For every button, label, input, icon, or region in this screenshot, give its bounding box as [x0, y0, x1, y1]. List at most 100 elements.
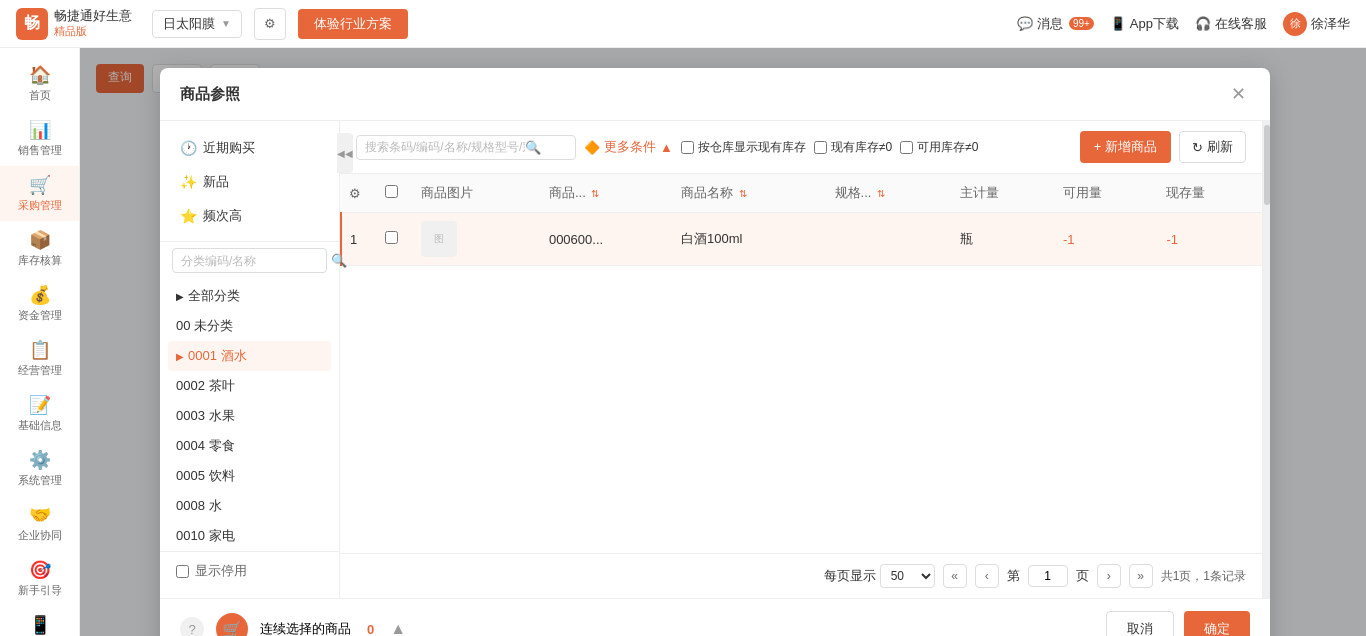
select-all-checkbox[interactable]: [385, 185, 398, 198]
per-page-label: 每页显示: [824, 567, 876, 585]
scrollbar-thumb[interactable]: [1264, 125, 1270, 205]
row-available: -1: [1055, 213, 1158, 266]
cat-label: 0002 茶叶: [176, 377, 235, 395]
sidebar-item-sales[interactable]: 📊 销售管理: [0, 111, 79, 166]
per-page-select[interactable]: 50 100 200: [880, 564, 935, 588]
display-disabled-area: 显示停用: [160, 551, 339, 590]
sidebar-item-label: 企业协同: [18, 528, 62, 543]
col-spec-header[interactable]: 规格... ⇅: [827, 174, 952, 213]
warehouse-checkbox[interactable]: [681, 141, 694, 154]
quick-new[interactable]: ✨ 新品: [172, 167, 327, 197]
quick-frequent[interactable]: ⭐ 频次高: [172, 201, 327, 231]
logo-title: 畅捷通好生意: [54, 8, 132, 25]
confirm-btn[interactable]: 确定: [1184, 611, 1250, 636]
cancel-btn[interactable]: 取消: [1106, 611, 1174, 636]
sales-icon: 📊: [29, 119, 51, 141]
sidebar-item-guide[interactable]: 🎯 新手引导: [0, 551, 79, 606]
trial-btn[interactable]: 体验行业方案: [298, 9, 408, 39]
cat-all[interactable]: ▶ 全部分类: [168, 281, 331, 311]
stock-ne0-checkbox[interactable]: [814, 141, 827, 154]
cat-0002[interactable]: 0002 茶叶: [168, 371, 331, 401]
collapse-panel-btn[interactable]: ◀◀: [337, 133, 353, 173]
sidebar-item-finance[interactable]: 💰 资金管理: [0, 276, 79, 331]
quick-recent[interactable]: 🕐 近期购买: [172, 133, 327, 163]
cart-icon: 🛒: [222, 620, 242, 637]
nav-app-download[interactable]: 📱 App下载: [1110, 15, 1179, 33]
arrow-icon: ▶: [176, 351, 184, 362]
footer-right: 取消 确定: [1106, 611, 1250, 636]
sidebar-item-apps[interactable]: 📱 应用中心: [0, 606, 79, 636]
sidebar-item-system[interactable]: ⚙️ 系统管理: [0, 441, 79, 496]
cat-0005[interactable]: 0005 饮料: [168, 461, 331, 491]
star-icon: ⭐: [180, 208, 197, 224]
sidebar-item-enterprise[interactable]: 🤝 企业协同: [0, 496, 79, 551]
row-checkbox[interactable]: [377, 213, 413, 266]
home-icon: 🏠: [29, 64, 51, 86]
sidebar-item-label: 资金管理: [18, 308, 62, 323]
product-reference-modal: 商品参照 ✕ 🕐 近期购买 ✨ 新品: [160, 68, 1270, 636]
page-last-btn[interactable]: »: [1129, 564, 1153, 588]
page-number-input[interactable]: [1028, 565, 1068, 587]
nav-online-service[interactable]: 🎧 在线客服: [1195, 15, 1267, 33]
row-select-checkbox[interactable]: [385, 231, 398, 244]
checkbox-available-ne0[interactable]: 可用库存≠0: [900, 139, 978, 156]
sidebar-item-inventory[interactable]: 📦 库存核算: [0, 221, 79, 276]
nav-selector[interactable]: 日太阳膜 ▼: [152, 10, 242, 38]
col-code-header[interactable]: 商品... ⇅: [541, 174, 673, 213]
table-row[interactable]: 1 图 000600...: [341, 213, 1262, 266]
nav-message[interactable]: 💬 消息 99+: [1017, 15, 1094, 33]
modal-title: 商品参照: [180, 85, 240, 104]
settings-icon[interactable]: ⚙: [254, 8, 286, 40]
col-image-header: 商品图片: [413, 174, 541, 213]
sidebar-item-home[interactable]: 🏠 首页: [0, 56, 79, 111]
col-settings[interactable]: ⚙: [341, 174, 377, 213]
display-disabled-checkbox[interactable]: [176, 565, 189, 578]
sidebar: 🏠 首页 📊 销售管理 🛒 采购管理 📦 库存核算 💰 资金管理 📋 经营管理 …: [0, 48, 80, 636]
logo-icon: 畅: [16, 8, 48, 40]
sort-icon: ⇅: [739, 188, 747, 199]
sidebar-item-label: 经营管理: [18, 363, 62, 378]
cat-00[interactable]: 00 未分类: [168, 311, 331, 341]
page-first-btn[interactable]: «: [943, 564, 967, 588]
search-icon[interactable]: 🔍: [525, 140, 541, 155]
mobile-icon: 📱: [1110, 16, 1126, 31]
sidebar-item-label: 销售管理: [18, 143, 62, 158]
close-icon[interactable]: ✕: [1226, 82, 1250, 106]
cat-0003[interactable]: 0003 水果: [168, 401, 331, 431]
cat-0008[interactable]: 0008 水: [168, 491, 331, 521]
cat-0010[interactable]: 0010 家电: [168, 521, 331, 551]
category-search-input[interactable]: [181, 254, 331, 268]
refresh-btn[interactable]: ↻ 刷新: [1179, 131, 1246, 163]
sidebar-item-business[interactable]: 📋 经营管理: [0, 331, 79, 386]
page-prev-btn[interactable]: ‹: [975, 564, 999, 588]
search-icon[interactable]: 🔍: [331, 253, 347, 268]
page-label: 第: [1007, 567, 1020, 585]
available-ne0-checkbox[interactable]: [900, 141, 913, 154]
add-product-btn[interactable]: + 新增商品: [1080, 131, 1171, 163]
page-next-btn[interactable]: ›: [1097, 564, 1121, 588]
cat-0004[interactable]: 0004 零食: [168, 431, 331, 461]
col-checkbox[interactable]: [377, 174, 413, 213]
product-search-input[interactable]: [365, 140, 525, 154]
help-icon[interactable]: ?: [180, 617, 204, 636]
more-filter-btn[interactable]: 🔶 更多条件 ▲: [584, 138, 673, 156]
cart-btn[interactable]: 🛒: [216, 613, 248, 636]
message-badge: 99+: [1069, 17, 1094, 30]
top-nav: 畅 畅捷通好生意 精品版 日太阳膜 ▼ ⚙ 体验行业方案 💬 消息 99+ 📱 …: [0, 0, 1366, 48]
category-tree: ▶ 全部分类 00 未分类 ▶ 0001 酒水 0002 茶叶: [160, 281, 339, 551]
page-size-wrap: 每页显示 50 100 200: [824, 564, 935, 588]
sidebar-item-basic-info[interactable]: 📝 基础信息: [0, 386, 79, 441]
checkbox-warehouse[interactable]: 按仓库显示现有库存: [681, 139, 806, 156]
col-name-header[interactable]: 商品名称 ⇅: [673, 174, 827, 213]
right-scrollbar[interactable]: [1262, 121, 1270, 598]
cat-label: 0008 水: [176, 497, 222, 515]
cat-0001[interactable]: ▶ 0001 酒水: [168, 341, 331, 371]
sidebar-item-purchase[interactable]: 🛒 采购管理: [0, 166, 79, 221]
product-table-wrap: ⚙ 商品图片 商品... ⇅: [340, 174, 1262, 553]
checkbox-stock-ne0[interactable]: 现有库存≠0: [814, 139, 892, 156]
sidebar-item-label: 采购管理: [18, 198, 62, 213]
collapse-selected-icon[interactable]: ▲: [390, 620, 406, 636]
avatar: 徐: [1283, 12, 1307, 36]
nav-user[interactable]: 徐 徐泽华: [1283, 12, 1350, 36]
row-stock: -1: [1158, 213, 1262, 266]
